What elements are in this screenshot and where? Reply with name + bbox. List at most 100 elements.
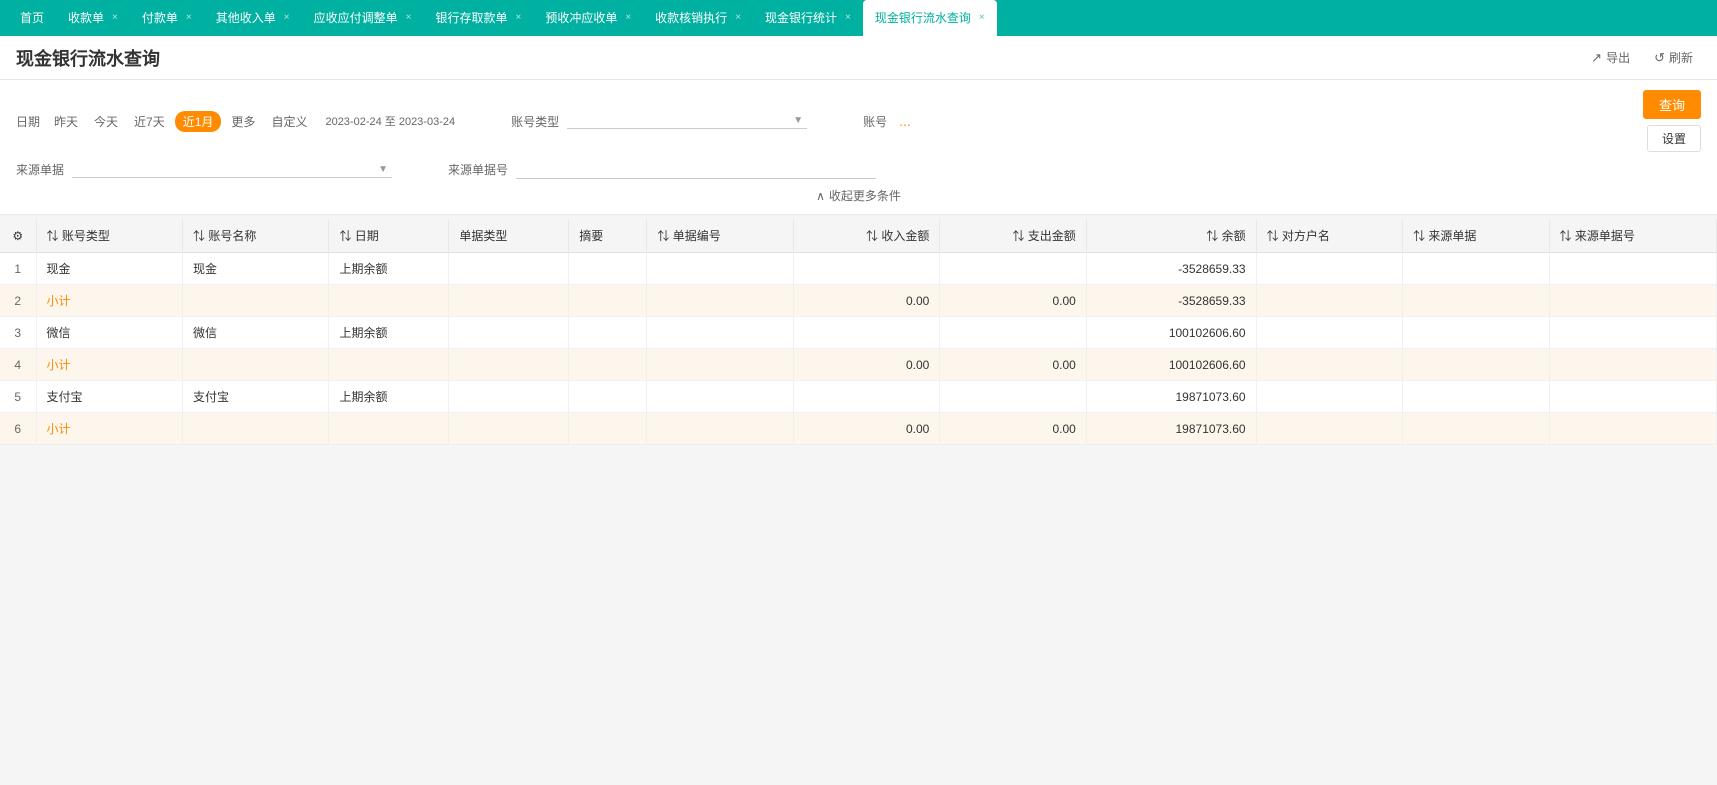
nav-bank-deposit-close[interactable]: × bbox=[515, 0, 521, 36]
col-account-name[interactable]: ⇅ 账号名称 bbox=[182, 219, 328, 253]
table-cell: -3528659.33 bbox=[1086, 285, 1256, 317]
account-type-select[interactable]: ▼ bbox=[567, 113, 807, 129]
col-account-type[interactable]: ⇅ 账号类型 bbox=[36, 219, 182, 253]
collapse-label: 收起更多条件 bbox=[829, 187, 901, 204]
table-cell: 1 bbox=[0, 253, 36, 285]
filter-row-1: 日期 昨天 今天 近7天 近1月 更多 自定义 2023-02-24 至 202… bbox=[16, 90, 1701, 152]
table-cell: 支付宝 bbox=[182, 381, 328, 413]
nav-ar-ap-adjust[interactable]: 应收应付调整单 × bbox=[302, 0, 424, 36]
table-cell: 支付宝 bbox=[36, 381, 182, 413]
col-income-label: ⇅ 收入金额 bbox=[866, 229, 929, 243]
nav-bank-deposit[interactable]: 银行存取款单 × bbox=[423, 0, 533, 36]
source-doc-no-input[interactable] bbox=[516, 160, 876, 179]
table-cell: 0.00 bbox=[940, 413, 1086, 445]
nav-ar-ap-close[interactable]: × bbox=[406, 0, 412, 36]
table-cell: 微信 bbox=[182, 317, 328, 349]
table-row: 6小计0.000.0019871073.60 bbox=[0, 413, 1717, 445]
date-opt-more[interactable]: 更多 bbox=[225, 111, 261, 132]
table-cell bbox=[182, 285, 328, 317]
col-source-doc[interactable]: ⇅ 来源单据 bbox=[1403, 219, 1549, 253]
col-account-name-label: ⇅ 账号名称 bbox=[193, 229, 256, 243]
table-cell bbox=[1549, 381, 1716, 413]
nav-payment-label: 付款单 bbox=[142, 0, 178, 36]
table-cell bbox=[329, 413, 449, 445]
nav-home-label: 首页 bbox=[20, 0, 44, 36]
date-opt-yesterday[interactable]: 昨天 bbox=[48, 111, 84, 132]
table-cell bbox=[1549, 317, 1716, 349]
col-date[interactable]: ⇅ 日期 bbox=[329, 219, 449, 253]
date-filter-group: 日期 昨天 今天 近7天 近1月 更多 自定义 2023-02-24 至 202… bbox=[16, 111, 455, 132]
export-icon: ↗ bbox=[1591, 50, 1602, 66]
nav-bank-deposit-label: 银行存取款单 bbox=[435, 0, 507, 36]
nav-receipt[interactable]: 收款单 × bbox=[56, 0, 130, 36]
refresh-button[interactable]: ↺ 刷新 bbox=[1646, 45, 1701, 70]
col-counterparty[interactable]: ⇅ 对方户名 bbox=[1256, 219, 1402, 253]
page-header: 现金银行流水查询 ↗ 导出 ↺ 刷新 bbox=[0, 36, 1717, 80]
table-area: ⚙ ⇅ 账号类型 ⇅ 账号名称 ⇅ 日期 单据类型 摘要 ⇅ 单 bbox=[0, 219, 1717, 445]
nav-home[interactable]: 首页 bbox=[8, 0, 56, 36]
account-no-filter-group: 账号 ... bbox=[863, 113, 915, 130]
table-cell bbox=[1256, 317, 1402, 349]
col-doc-no-label: ⇅ 单据编号 bbox=[657, 229, 720, 243]
table-cell bbox=[647, 317, 793, 349]
col-expense[interactable]: ⇅ 支出金额 bbox=[940, 219, 1086, 253]
account-type-filter-group: 账号类型 ▼ bbox=[511, 113, 807, 130]
table-cell: 上期余额 bbox=[329, 317, 449, 349]
table-cell: 小计 bbox=[36, 349, 182, 381]
table-cell bbox=[569, 349, 647, 381]
table-row: 1现金现金上期余额-3528659.33 bbox=[0, 253, 1717, 285]
account-no-label: 账号 bbox=[863, 113, 887, 130]
query-button[interactable]: 查询 bbox=[1643, 90, 1701, 119]
nav-prepay[interactable]: 预收冲应收单 × bbox=[533, 0, 643, 36]
date-opt-1month[interactable]: 近1月 bbox=[175, 111, 222, 132]
export-button[interactable]: ↗ 导出 bbox=[1583, 45, 1638, 70]
table-cell bbox=[449, 413, 569, 445]
account-no-dots-button[interactable]: ... bbox=[895, 113, 915, 129]
table-cell bbox=[182, 413, 328, 445]
nav-payment[interactable]: 付款单 × bbox=[130, 0, 204, 36]
col-doc-type: 单据类型 bbox=[449, 219, 569, 253]
col-doc-no[interactable]: ⇅ 单据编号 bbox=[647, 219, 793, 253]
table-row: 4小计0.000.00100102606.60 bbox=[0, 349, 1717, 381]
nav-collection[interactable]: 收款核销执行 × bbox=[643, 0, 753, 36]
settings-button[interactable]: 设置 bbox=[1647, 125, 1701, 152]
date-opt-7days[interactable]: 近7天 bbox=[128, 111, 171, 132]
account-type-arrow-icon: ▼ bbox=[793, 115, 803, 126]
col-source-doc-no[interactable]: ⇅ 来源单据号 bbox=[1549, 219, 1716, 253]
nav-payment-close[interactable]: × bbox=[186, 0, 192, 36]
date-options: 昨天 今天 近7天 近1月 更多 自定义 bbox=[48, 111, 313, 132]
date-label: 日期 bbox=[16, 113, 40, 130]
table-cell: 4 bbox=[0, 349, 36, 381]
nav-receipt-close[interactable]: × bbox=[112, 0, 118, 36]
col-balance[interactable]: ⇅ 余额 bbox=[1086, 219, 1256, 253]
table-cell bbox=[1256, 285, 1402, 317]
table-row: 2小计0.000.00-3528659.33 bbox=[0, 285, 1717, 317]
nav-other-income-close[interactable]: × bbox=[284, 0, 290, 36]
nav-cash-stats-close[interactable]: × bbox=[845, 0, 851, 36]
source-doc-select[interactable]: ▼ bbox=[72, 162, 392, 178]
col-gear[interactable]: ⚙ bbox=[0, 219, 36, 253]
col-income[interactable]: ⇅ 收入金额 bbox=[793, 219, 939, 253]
table-cell: 100102606.60 bbox=[1086, 349, 1256, 381]
nav-cash-stats[interactable]: 现金银行统计 × bbox=[753, 0, 863, 36]
table-cell: -3528659.33 bbox=[1086, 253, 1256, 285]
table-cell bbox=[569, 413, 647, 445]
table-cell: 0.00 bbox=[793, 413, 939, 445]
collapse-bar[interactable]: ∧ 收起更多条件 bbox=[16, 187, 1701, 204]
header-actions: ↗ 导出 ↺ 刷新 bbox=[1583, 45, 1701, 70]
source-doc-arrow-icon: ▼ bbox=[378, 164, 388, 175]
table-cell bbox=[1256, 253, 1402, 285]
date-opt-today[interactable]: 今天 bbox=[88, 111, 124, 132]
nav-cash-flow-close[interactable]: × bbox=[979, 0, 985, 36]
nav-cash-flow[interactable]: 现金银行流水查询 × bbox=[863, 0, 997, 36]
nav-receipt-label: 收款单 bbox=[68, 0, 104, 36]
table-cell: 上期余额 bbox=[329, 381, 449, 413]
table-cell bbox=[647, 413, 793, 445]
nav-collection-close[interactable]: × bbox=[735, 0, 741, 36]
col-date-label: ⇅ 日期 bbox=[339, 229, 378, 243]
date-opt-custom[interactable]: 自定义 bbox=[265, 111, 313, 132]
table-cell bbox=[940, 381, 1086, 413]
nav-other-income[interactable]: 其他收入单 × bbox=[204, 0, 302, 36]
nav-prepay-label: 预收冲应收单 bbox=[545, 0, 617, 36]
nav-prepay-close[interactable]: × bbox=[625, 0, 631, 36]
